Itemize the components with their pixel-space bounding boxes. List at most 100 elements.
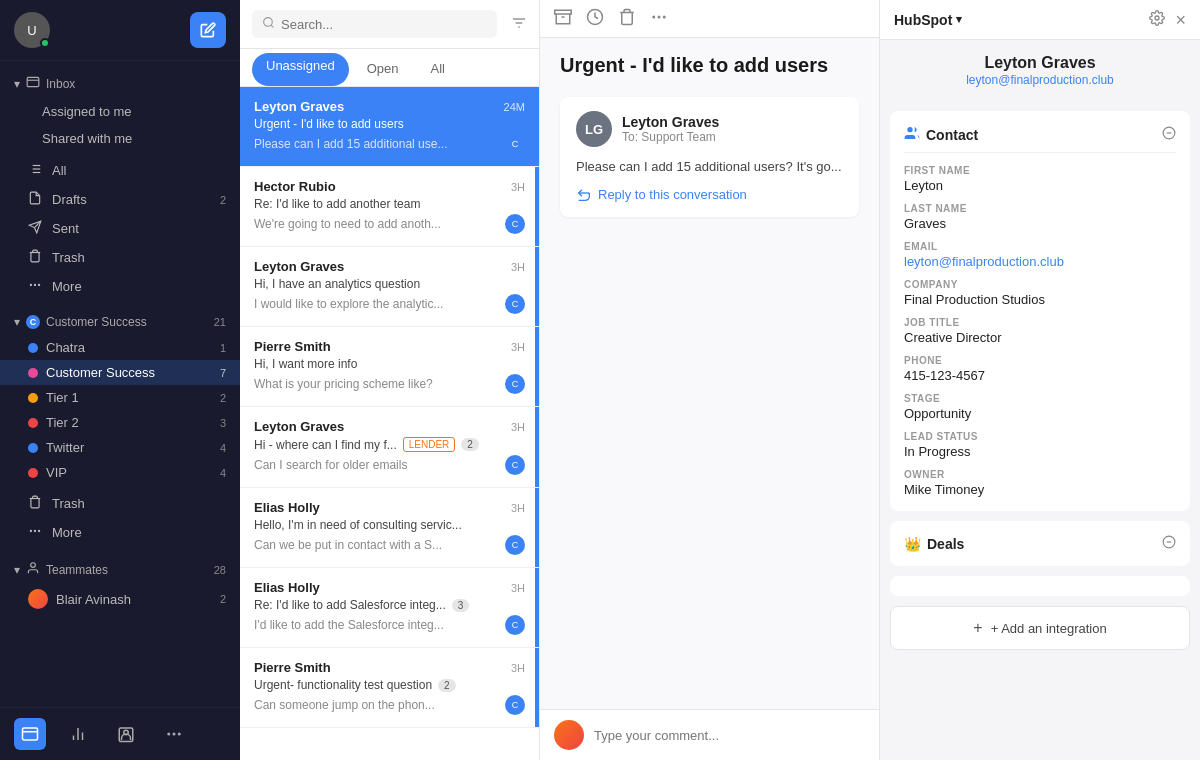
contact-name: Leyton Graves [894, 54, 1186, 72]
stripe-1 [535, 167, 539, 246]
sidebar-item-drafts[interactable]: Drafts 2 [0, 185, 240, 214]
teammates-group-header[interactable]: ▾ Teammates 28 [0, 555, 240, 584]
conv-item-6[interactable]: Elias Holly 3H Re: I'd like to add Sales… [240, 568, 539, 648]
sidebar-item-more[interactable]: More [0, 272, 240, 301]
svg-point-22 [168, 733, 170, 735]
conv-item-7[interactable]: Pierre Smith 3H Urgent- functionality te… [240, 648, 539, 728]
cs-group-header[interactable]: ▾ C Customer Success 21 [0, 309, 240, 335]
message-card: LG Leyton Graves To: Support Team Please… [560, 97, 859, 217]
status-dot [40, 38, 50, 48]
sidebar-item-all[interactable]: All [0, 156, 240, 185]
sidebar-item-vip[interactable]: VIP 4 [0, 460, 240, 485]
sidebar-item-shared[interactable]: Shared with me [0, 125, 240, 152]
field-last-name: LAST NAME Graves [904, 203, 1176, 231]
owner-value: Mike Timoney [904, 482, 1176, 497]
count-badge-6: 3 [452, 599, 470, 612]
conv-item-2[interactable]: Leyton Graves 3H Hi, I have an analytics… [240, 247, 539, 327]
twitter-badge: 4 [220, 442, 226, 454]
lead-status-value: In Progress [904, 444, 1176, 459]
blair-label: Blair Avinash [56, 592, 131, 607]
tab-all[interactable]: All [416, 53, 458, 86]
search-input[interactable] [281, 17, 487, 32]
tier2-dot [28, 418, 38, 428]
conv-sender-7: Pierre Smith [254, 660, 331, 675]
conv-detail-header [540, 0, 879, 38]
msg-body: Please can I add 15 additional users? It… [576, 157, 843, 177]
bottom-inbox-button[interactable] [14, 718, 46, 750]
count-badge-4: 2 [461, 438, 479, 451]
archive-button[interactable] [554, 8, 572, 29]
sidebar-item-chatra[interactable]: Chatra 1 [0, 335, 240, 360]
inbox-group-header[interactable]: ▾ Inbox [0, 69, 240, 98]
trash2-icon [28, 495, 42, 512]
tier1-badge: 2 [220, 392, 226, 404]
deals-collapse-icon[interactable] [1162, 535, 1176, 552]
field-first-name: FIRST NAME Leyton [904, 165, 1176, 193]
svg-point-10 [39, 284, 40, 285]
conv-time-4: 3H [511, 421, 525, 433]
conv-item-0[interactable]: Leyton Graves 24M Urgent - I'd like to a… [240, 87, 539, 167]
conv-item-3[interactable]: Pierre Smith 3H Hi, I want more info Wha… [240, 327, 539, 407]
right-panel-header: HubSpot ▾ × [880, 0, 1200, 40]
more-detail-button[interactable] [650, 8, 668, 29]
clock-button[interactable] [586, 8, 604, 29]
conv-tabs: Unassigned Open All [240, 49, 539, 87]
sidebar-item-customer-success[interactable]: Customer Success 7 [0, 360, 240, 385]
comment-input[interactable] [594, 728, 865, 743]
conv-preview-6: I'd like to add the Salesforce integ... [254, 618, 444, 632]
close-button[interactable]: × [1175, 11, 1186, 29]
reply-button[interactable]: Reply to this conversation [576, 187, 843, 203]
sidebar-item-tier1[interactable]: Tier 1 2 [0, 385, 240, 410]
deals-card: 👑 Deals [890, 521, 1190, 566]
svg-rect-30 [555, 10, 572, 14]
sidebar-item-assigned[interactable]: Assigned to me [0, 98, 240, 125]
conv-subject-6: Re: I'd like to add Salesforce integ... [254, 598, 446, 612]
filter-icon[interactable] [511, 15, 527, 34]
conv-avatar-5: C [505, 535, 525, 555]
add-integration-label: + Add an integration [991, 621, 1107, 636]
conv-item-1[interactable]: Hector Rubio 3H Re: I'd like to add anot… [240, 167, 539, 247]
conv-sender-4: Leyton Graves [254, 419, 344, 434]
email-value: leyton@finalproduction.club [904, 254, 1176, 269]
bottom-contacts-button[interactable] [110, 718, 142, 750]
svg-point-23 [173, 733, 175, 735]
stripe-6 [535, 568, 539, 647]
bottom-analytics-button[interactable] [62, 718, 94, 750]
sidebar-item-more2[interactable]: More [0, 518, 240, 547]
stripe-2 [535, 247, 539, 326]
search-box[interactable] [252, 10, 497, 38]
tab-open[interactable]: Open [353, 53, 413, 86]
conv-sender-5: Elias Holly [254, 500, 320, 515]
stripe-4 [535, 407, 539, 487]
add-integration-button[interactable]: + + Add an integration [890, 606, 1190, 650]
conv-sender-2: Leyton Graves [254, 259, 344, 274]
sidebar-item-tier2[interactable]: Tier 2 3 [0, 410, 240, 435]
all-icon [28, 162, 42, 179]
compose-button[interactable] [190, 12, 226, 48]
bottom-more-button[interactable] [158, 718, 190, 750]
sidebar-item-trash[interactable]: Trash [0, 243, 240, 272]
sidebar-item-blair[interactable]: Blair Avinash 2 [0, 584, 240, 614]
svg-rect-0 [27, 77, 39, 86]
settings-icon[interactable] [1149, 10, 1165, 29]
first-name-label: FIRST NAME [904, 165, 1176, 176]
field-owner: OWNER Mike Timoney [904, 469, 1176, 497]
sidebar-item-trash2[interactable]: Trash [0, 489, 240, 518]
deals-title: 👑 Deals [904, 536, 964, 552]
stripe-5 [535, 488, 539, 567]
sidebar-item-twitter[interactable]: Twitter 4 [0, 435, 240, 460]
tab-unassigned[interactable]: Unassigned [252, 53, 349, 86]
chatra-dot [28, 343, 38, 353]
conv-avatar-7: C [505, 695, 525, 715]
svg-line-26 [271, 25, 273, 27]
trash-button[interactable] [618, 8, 636, 29]
job-title-label: JOB TITLE [904, 317, 1176, 328]
sidebar-item-sent[interactable]: Sent [0, 214, 240, 243]
conv-item-5[interactable]: Elias Holly 3H Hello, I'm in need of con… [240, 488, 539, 568]
conv-sender-3: Pierre Smith [254, 339, 331, 354]
conv-item-4[interactable]: Leyton Graves 3H Hi - where can I find m… [240, 407, 539, 488]
svg-point-15 [31, 563, 36, 568]
teammates-person-icon [26, 561, 40, 578]
conv-sender-0: Leyton Graves [254, 99, 344, 114]
contact-collapse-icon[interactable] [1162, 126, 1176, 143]
